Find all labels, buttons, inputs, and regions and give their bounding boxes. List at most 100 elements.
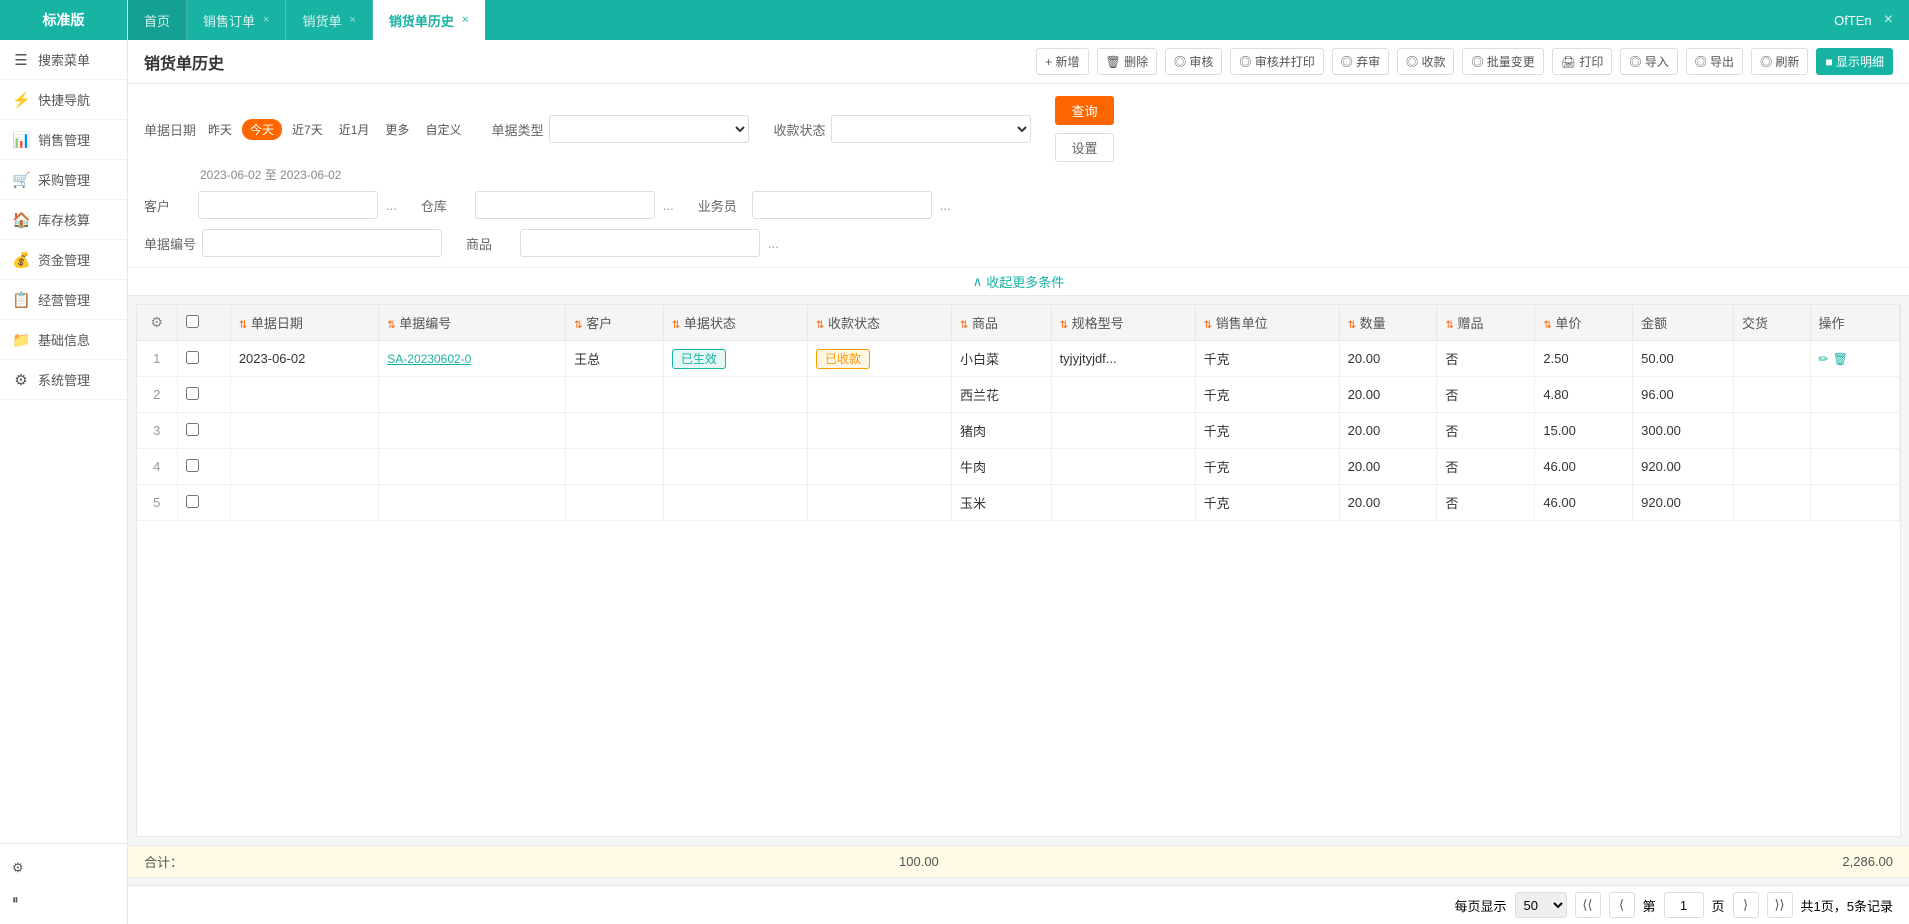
filter-settings-button[interactable]: 设置 [1055,133,1113,162]
column-settings-icon[interactable]: ⚙ [150,314,163,330]
date-shortcut-custom[interactable]: 自定义 [419,119,467,140]
tab-sales-goods-close[interactable]: × [349,14,355,26]
window-close-button[interactable]: × [1884,11,1893,29]
cell-transaction [1734,449,1810,485]
th-sales-unit[interactable]: ⇅ 销售单位 [1195,305,1339,341]
customer-dots[interactable]: ... [386,198,397,213]
warehouse-label: 仓库 [421,196,469,215]
th-quantity[interactable]: ⇅ 数量 [1339,305,1437,341]
page-title: 销货单历史 [144,50,224,74]
sort-icon-4: ⇅ [672,320,680,331]
receive-button[interactable]: ◎ 收款 [1397,48,1454,75]
sidebar-item-search-menu[interactable]: ☰ 搜索菜单 [0,40,127,80]
cell-goods: 牛肉 [951,449,1051,485]
goods-dots[interactable]: ... [768,236,779,251]
tab-sales-order-close[interactable]: × [263,14,269,26]
warehouse-input[interactable] [475,191,655,219]
cell-operation[interactable] [1810,377,1899,413]
batch-change-button[interactable]: ◎ 批量变更 [1462,48,1543,75]
tab-home[interactable]: 首页 [128,0,187,40]
tab-sales-goods[interactable]: 销货单 × [286,0,372,40]
date-shortcut-today[interactable]: 今天 [242,119,282,140]
sidebar-settings-btn[interactable]: ⚙ [0,852,127,884]
show-detail-button[interactable]: ■ 显示明细 [1816,48,1893,75]
th-doc-date[interactable]: ⇅ 单据日期 [230,305,378,341]
th-receipt-status-label: 收款状态 [828,316,880,331]
page-number-input[interactable] [1664,892,1704,918]
th-doc-number[interactable]: ⇅ 单据编号 [379,305,566,341]
th-goods[interactable]: ⇅ 商品 [951,305,1051,341]
select-all-checkbox[interactable] [186,315,199,328]
cell-operation[interactable] [1810,449,1899,485]
sidebar-item-basic-info[interactable]: 📁 基础信息 [0,320,127,360]
date-shortcut-7days[interactable]: 近7天 [286,119,329,140]
th-customer[interactable]: ⇅ 客户 [566,305,664,341]
th-doc-status[interactable]: ⇅ 单据状态 [663,305,807,341]
th-settings[interactable]: ⚙ [137,305,177,341]
cell-checkbox[interactable] [177,485,230,521]
tab-home-label: 首页 [144,11,170,30]
th-gift-label: 赠品 [1458,316,1484,331]
cell-operation[interactable]: ✏🗑 [1810,341,1899,377]
delete-action[interactable]: 🗑 [1833,352,1848,366]
doc-type-select[interactable] [549,115,749,143]
receipt-status-select[interactable] [831,115,1031,143]
sidebar-item-finance-mgmt[interactable]: 💰 资金管理 [0,240,127,280]
salesperson-input[interactable] [752,191,932,219]
sidebar-collapse-btn[interactable]: ⏸ [0,884,127,916]
warehouse-dots[interactable]: ... [663,198,674,213]
cell-checkbox[interactable] [177,341,230,377]
cell-goods: 小白菜 [951,341,1051,377]
import-button[interactable]: ◎ 导入 [1620,48,1677,75]
th-unit-price[interactable]: ⇅ 单价 [1535,305,1633,341]
cell-doc-number[interactable]: SA-20230602-0 [379,341,566,377]
sort-icon-10: ⇅ [1445,320,1453,331]
date-shortcut-yesterday[interactable]: 昨天 [202,119,238,140]
tab-sales-goods-history-close[interactable]: × [462,14,468,26]
export-button[interactable]: ◎ 导出 [1686,48,1743,75]
date-shortcut-1month[interactable]: 近1月 [333,119,376,140]
horizontal-scrollbar[interactable] [128,877,1909,885]
print-button[interactable]: 🖨 打印 [1552,48,1613,75]
last-page-button[interactable]: ⟩⟩ [1767,892,1793,918]
date-shortcut-more[interactable]: 更多 [379,119,415,140]
cell-checkbox[interactable] [177,413,230,449]
cell-customer [566,449,664,485]
sidebar-item-purchase-mgmt[interactable]: 🛒 采购管理 [0,160,127,200]
tab-sales-order[interactable]: 销售订单 × [187,0,286,40]
query-button[interactable]: 查询 [1055,96,1113,125]
sidebar-item-sales-mgmt[interactable]: 📊 销售管理 [0,120,127,160]
cell-operation[interactable] [1810,485,1899,521]
first-page-button[interactable]: ⟨⟨ [1575,892,1601,918]
customer-input[interactable] [198,191,378,219]
doc-type-filter: 单据类型 [491,115,749,143]
cell-customer [566,377,664,413]
refresh-button[interactable]: ◎ 刷新 [1751,48,1808,75]
doc-number-input[interactable] [202,229,442,257]
audit-print-button[interactable]: ◎ 审核并打印 [1230,48,1323,75]
cell-operation[interactable] [1810,413,1899,449]
sidebar-item-operation-mgmt[interactable]: 📋 经营管理 [0,280,127,320]
sidebar-item-system-mgmt[interactable]: ⚙ 系统管理 [0,360,127,400]
abandon-button[interactable]: ◎ 弃审 [1332,48,1389,75]
tab-sales-goods-history[interactable]: 销货单历史 × [373,0,485,40]
delete-button[interactable]: 🗑 删除 [1097,48,1158,75]
new-button[interactable]: + 新增 [1036,48,1088,75]
per-page-select[interactable]: 50 20 100 [1515,892,1567,918]
sidebar-item-inventory-calc[interactable]: 🏠 库存核算 [0,200,127,240]
salesperson-dots[interactable]: ... [940,198,951,213]
cell-transaction [1734,377,1810,413]
goods-input[interactable] [520,229,760,257]
settings-gear-icon: ⚙ [12,860,24,876]
edit-action[interactable]: ✏ [1819,352,1829,366]
cell-checkbox[interactable] [177,449,230,485]
collapse-filter-button[interactable]: ∧ 收起更多条件 [128,267,1909,295]
th-gift[interactable]: ⇅ 赠品 [1437,305,1535,341]
cell-checkbox[interactable] [177,377,230,413]
prev-page-button[interactable]: ⟨ [1609,892,1635,918]
th-spec-type[interactable]: ⇅ 规格型号 [1051,305,1195,341]
next-page-button[interactable]: ⟩ [1733,892,1759,918]
audit-button[interactable]: ◎ 审核 [1165,48,1222,75]
th-receipt-status[interactable]: ⇅ 收款状态 [807,305,951,341]
sidebar-item-quick-nav[interactable]: ⚡ 快捷导航 [0,80,127,120]
